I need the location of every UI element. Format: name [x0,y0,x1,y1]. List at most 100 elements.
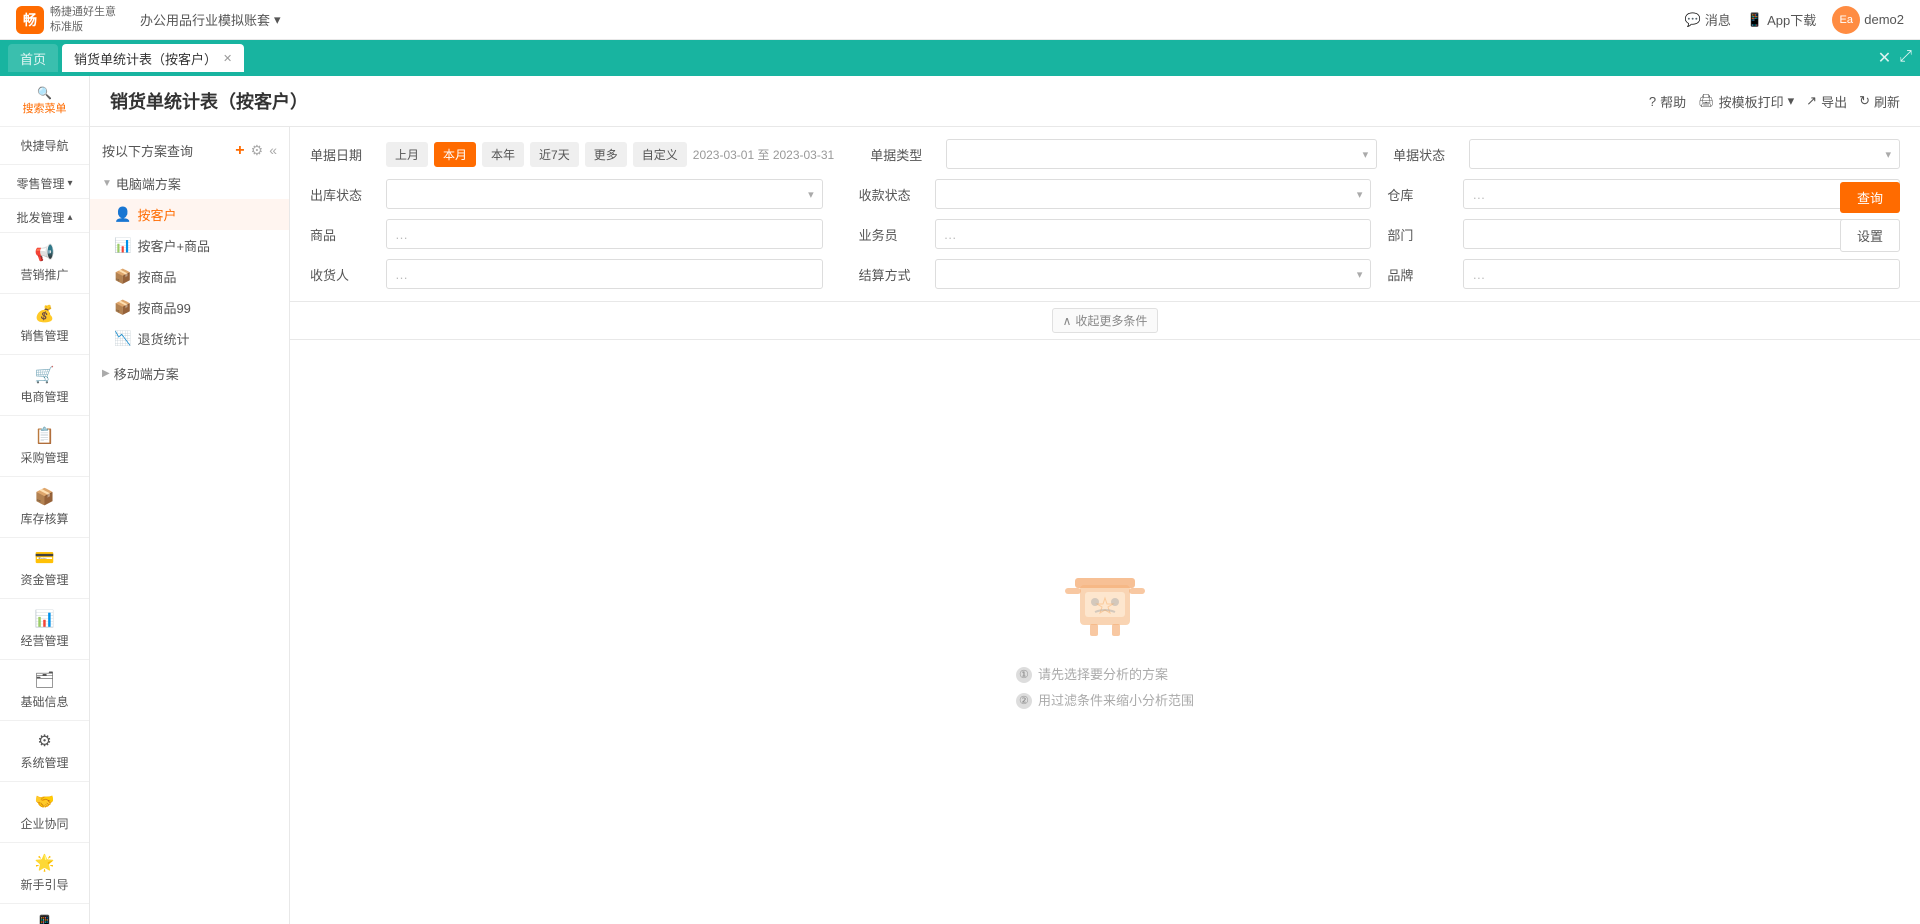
tab-sales-stats[interactable]: 销货单统计表（按客户） ✕ [62,44,244,72]
help-icon: ? [1649,94,1656,109]
app-download-button[interactable]: 📱 App下载 [1747,10,1816,29]
scheme-item-by-goods[interactable]: 📦 按商品 [90,261,289,292]
sidebar-item-basic[interactable]: 🗂 基础信息 [0,660,89,721]
tab-close-window-icon[interactable]: ✕ [1878,48,1891,68]
date-btn-more[interactable]: 更多 [585,142,627,167]
system-icon: ⚙ [37,731,51,751]
filter-row-2: 出库状态 ▾ 收款状态 ▾ 仓库 … [310,179,1900,209]
sidebar-item-enterprise[interactable]: 🤝 企业协同 [0,782,89,843]
chevron-up-icon: ▴ [67,212,72,223]
purchase-icon: 📋 [35,426,55,446]
refresh-button[interactable]: ↻ 刷新 [1859,92,1900,111]
enterprise-icon: 🤝 [35,792,55,812]
scheme-item-by-goods-99[interactable]: 📦 按商品99 [90,292,289,323]
ecommerce-icon: 🛒 [35,365,55,385]
date-btn-last-7[interactable]: 近7天 [530,142,579,167]
sales-icon: 💰 [35,304,55,324]
brand-select[interactable]: … [1463,259,1900,289]
sidebar-search[interactable]: 🔍 搜索菜单 [0,76,89,127]
basic-icon: 🗂 [34,670,54,690]
scheme-item-customer-goods[interactable]: 📊 按客户+商品 [90,230,289,261]
logo-icon: 畅 [16,6,44,34]
goods-99-icon: 📦 [114,299,131,316]
tab-maximize-icon[interactable]: ⤢ [1899,48,1912,68]
logo-area: 畅 畅捷通好生意 标准版 [16,5,116,34]
page-header-actions: ? 帮助 🖨 按模板打印 ▾ ↗ 导出 ↻ 刷新 [1649,92,1900,123]
inner-layout: 按以下方案查询 + ⚙ « ▼ 电脑端方案 👤 按客户 [90,127,1920,924]
scheme-desktop-group-header[interactable]: ▼ 电脑端方案 [90,168,289,199]
message-icon: 💬 [1685,12,1701,28]
goods-select[interactable]: … [386,219,823,249]
payment-select[interactable]: ▾ [935,259,1372,289]
sidebar-item-operations[interactable]: 📊 经营管理 [0,599,89,660]
user-profile[interactable]: Ea demo2 [1832,6,1904,34]
scheme-collapse-button[interactable]: « [269,142,277,160]
empty-state: ① 请先选择要分析的方案 ② 用过滤条件来缩小分析范围 [290,340,1920,924]
warehouse-select[interactable]: … [1463,179,1900,209]
tab-bar-actions: ✕ ⤢ [1878,48,1912,68]
date-btn-this-month[interactable]: 本月 [434,142,476,167]
empty-state-illustration [1055,550,1155,650]
out-status-select[interactable]: ▾ [386,179,823,209]
salesperson-select[interactable]: … [935,219,1372,249]
receipt-status-select[interactable]: ▾ [935,179,1372,209]
operations-icon: 📊 [35,609,55,629]
chevron-down-icon: ▾ [808,188,814,201]
filter-row-1: 单据日期 上月 本月 本年 近7天 更多 自定义 2023-03-01 至 20… [310,139,1900,169]
date-range-display: 2023-03-01 至 2023-03-31 [693,146,834,163]
marketing-icon: 📢 [35,243,55,263]
tab-close-icon[interactable]: ✕ [223,52,232,65]
empty-tip-2: ② 用过滤条件来缩小分析范围 [1016,688,1194,714]
chevron-down-icon: ▾ [1357,268,1363,281]
sidebar-item-guide[interactable]: 🌟 新手引导 [0,843,89,904]
scheme-mobile-group-header[interactable]: ▶ 移动端方案 [90,358,289,389]
date-btn-this-year[interactable]: 本年 [482,142,524,167]
filter-row-4: 收货人 … 结算方式 ▾ 品牌 … [310,259,1900,289]
page-header: 销货单统计表（按客户） ? 帮助 🖨 按模板打印 ▾ ↗ 导出 ↻ 刷新 [90,76,1920,127]
sidebar-item-finance[interactable]: 💳 资金管理 [0,538,89,599]
doc-type-select[interactable]: ▾ [946,139,1377,169]
department-select[interactable]: ▾ [1463,219,1900,249]
content-area: 销货单统计表（按客户） ? 帮助 🖨 按模板打印 ▾ ↗ 导出 ↻ 刷新 [90,76,1920,924]
date-btn-custom[interactable]: 自定义 [633,142,687,167]
help-button[interactable]: ? 帮助 [1649,92,1686,111]
chevron-down-icon: ▾ [1885,148,1891,161]
scheme-add-button[interactable]: + [235,142,244,160]
collapse-bar: ∧ 收起更多条件 [290,302,1920,340]
sidebar-item-sales[interactable]: 💰 销售管理 [0,294,89,355]
query-button[interactable]: 查询 [1840,182,1900,213]
scheme-item-return-stats[interactable]: 📉 退货统计 [90,323,289,354]
message-button[interactable]: 💬 消息 [1685,10,1731,29]
chevron-down-icon: ▾ [274,12,281,28]
tab-home[interactable]: 首页 [8,44,58,72]
main-layout: 🔍 搜索菜单 快捷导航 零售管理 ▾ 批发管理 ▴ 📢 营销推广 💰 销售管理 … [0,76,1920,924]
doc-status-select[interactable]: ▾ [1469,139,1900,169]
triangle-down-icon: ▼ [102,178,112,189]
filter-area: 单据日期 上月 本月 本年 近7天 更多 自定义 2023-03-01 至 20… [290,127,1920,302]
sidebar-quick-nav[interactable]: 快捷导航 [0,127,89,165]
refresh-icon: ↻ [1859,93,1870,109]
print-button[interactable]: 🖨 按模板打印 ▾ [1698,92,1794,111]
settings-button[interactable]: 设置 [1840,219,1900,252]
chevron-down-icon: ▾ [1357,188,1363,201]
scheme-item-by-customer[interactable]: 👤 按客户 [90,199,289,230]
sidebar-item-purchase[interactable]: 📋 采购管理 [0,416,89,477]
receiver-select[interactable]: … [386,259,823,289]
filter-content: 单据日期 上月 本月 本年 近7天 更多 自定义 2023-03-01 至 20… [290,127,1920,924]
sidebar-item-app-center[interactable]: 📱 应用中心 [0,904,89,924]
inventory-icon: 📦 [35,487,55,507]
collapse-more-conditions-button[interactable]: ∧ 收起更多条件 [1052,308,1159,333]
sidebar-item-inventory[interactable]: 📦 库存核算 [0,477,89,538]
sidebar-item-ecommerce[interactable]: 🛒 电商管理 [0,355,89,416]
date-btn-last-month[interactable]: 上月 [386,142,428,167]
sidebar-item-marketing[interactable]: 📢 营销推广 [0,233,89,294]
sidebar-item-system[interactable]: ⚙ 系统管理 [0,721,89,782]
avatar: Ea [1832,6,1860,34]
scheme-settings-button[interactable]: ⚙ [251,142,264,160]
sidebar-item-retail[interactable]: 零售管理 ▾ [0,165,89,199]
empty-tip-1: ① 请先选择要分析的方案 [1016,662,1194,688]
export-button[interactable]: ↗ 导出 [1806,92,1847,111]
print-icon: 🖨 [1698,93,1715,109]
company-selector[interactable]: 办公用品行业模拟账套 ▾ [140,10,281,29]
sidebar-item-wholesale[interactable]: 批发管理 ▴ [0,199,89,233]
